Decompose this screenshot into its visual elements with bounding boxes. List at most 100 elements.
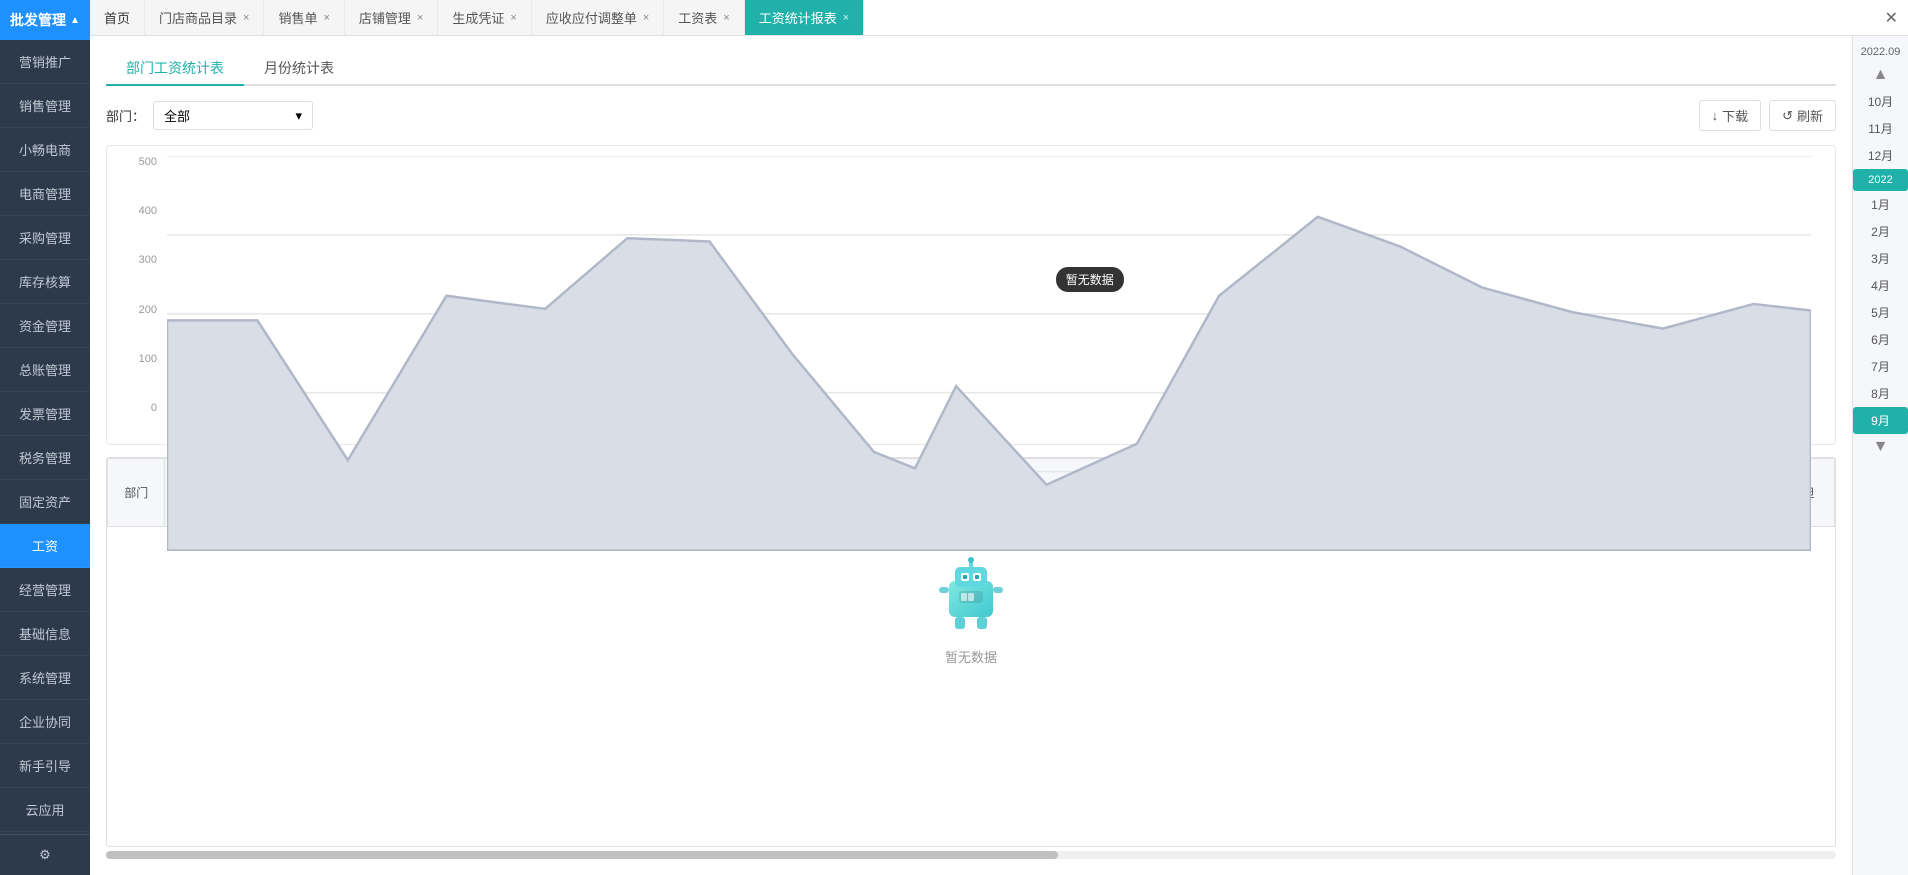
tab-item-0[interactable]: 首页 <box>90 0 145 35</box>
sidebar-item-9[interactable]: 税务管理 <box>0 436 90 480</box>
toolbar-actions: ↓ 下载 ↺ 刷新 <box>1699 100 1836 131</box>
cal-month-9-active[interactable]: 9月 <box>1853 407 1908 434</box>
sidebar-item-13[interactable]: 基础信息 <box>0 612 90 656</box>
y-label-0: 0 <box>151 402 157 414</box>
main-content: 部门工资统计表 月份统计表 部门： 全部 ▾ ↓ 下载 ↺ 刷新 <box>90 36 1852 875</box>
chart-svg: 500 400 300 200 100 0 <box>123 156 1819 434</box>
cal-month-5[interactable]: 5月 <box>1853 299 1908 326</box>
y-label-500: 500 <box>139 156 157 168</box>
tab-item-3[interactable]: 店铺管理 × <box>345 0 438 35</box>
dept-label: 部门： <box>106 106 145 125</box>
sidebar-item-0[interactable]: 营销推广 <box>0 40 90 84</box>
tab-label-4: 生成凭证 <box>452 8 504 27</box>
sidebar-item-10[interactable]: 固定资产 <box>0 480 90 524</box>
cal-month-4[interactable]: 4月 <box>1853 272 1908 299</box>
tab-close-5[interactable]: × <box>643 12 649 24</box>
chart-tooltip: 暂无数据 <box>1056 267 1124 292</box>
sidebar-item-1[interactable]: 销售管理 <box>0 84 90 128</box>
close-all-tabs-icon[interactable]: ✕ <box>1885 8 1898 28</box>
tab-label-2: 销售单 <box>278 8 317 27</box>
cal-year-2022[interactable]: 2022 <box>1853 169 1908 191</box>
sub-tab-month[interactable]: 月份统计表 <box>244 52 354 86</box>
tab-item-5[interactable]: 应收应付调整单 × <box>532 0 664 35</box>
empty-state-text: 暂无数据 <box>945 647 997 666</box>
tab-label-1: 门店商品目录 <box>159 8 237 27</box>
cal-month-2[interactable]: 2月 <box>1853 218 1908 245</box>
sidebar-header[interactable]: 批发管理 ▲ <box>0 0 90 40</box>
cal-month-10[interactable]: 10月 <box>1853 88 1908 115</box>
sidebar-item-6[interactable]: 资金管理 <box>0 304 90 348</box>
dept-select-value: 全部 <box>164 106 190 125</box>
y-label-100: 100 <box>139 353 157 365</box>
cal-year-label: 2022.09 <box>1853 42 1908 62</box>
sidebar-settings[interactable]: ⚙ <box>0 834 90 875</box>
right-sidebar: 2022.09 ▲ 10月 11月 12月 2022 1月 2月 3月 4月 5… <box>1852 36 1908 875</box>
scrollbar-track[interactable] <box>106 851 1836 859</box>
sidebar-item-15[interactable]: 企业协同 <box>0 700 90 744</box>
dept-select[interactable]: 全部 ▾ <box>153 101 313 130</box>
tab-label-3: 店铺管理 <box>359 8 411 27</box>
content-area: 部门工资统计表 月份统计表 部门： 全部 ▾ ↓ 下载 ↺ 刷新 <box>90 36 1908 875</box>
tab-bar-end: ✕ <box>1875 0 1908 35</box>
sidebar-item-8[interactable]: 发票管理 <box>0 392 90 436</box>
refresh-button[interactable]: ↺ 刷新 <box>1769 100 1836 131</box>
cal-month-6[interactable]: 6月 <box>1853 326 1908 353</box>
sidebar-item-14[interactable]: 系统管理 <box>0 656 90 700</box>
cal-month-8[interactable]: 8月 <box>1853 380 1908 407</box>
sidebar-item-5[interactable]: 库存核算 <box>0 260 90 304</box>
main-area: 首页门店商品目录×销售单×店铺管理×生成凭证×应收应付调整单×工资表×工资统计报… <box>90 0 1908 875</box>
refresh-icon: ↺ <box>1782 108 1793 124</box>
sidebar-item-12[interactable]: 经营管理 <box>0 568 90 612</box>
y-label-300: 300 <box>139 254 157 266</box>
chart-svg-element <box>167 156 1811 551</box>
refresh-label: 刷新 <box>1797 106 1823 125</box>
sub-tabs: 部门工资统计表 月份统计表 <box>106 52 1836 86</box>
cal-month-1[interactable]: 1月 <box>1853 191 1908 218</box>
sub-tab-dept[interactable]: 部门工资统计表 <box>106 52 244 86</box>
sidebar-item-7[interactable]: 总账管理 <box>0 348 90 392</box>
tab-label-6: 工资表 <box>678 8 717 27</box>
sidebar-item-11[interactable]: 工资 <box>0 524 90 568</box>
th-dept: 部门 <box>108 459 165 527</box>
download-button[interactable]: ↓ 下载 <box>1699 100 1762 131</box>
sidebar-item-2[interactable]: 小畅电商 <box>0 128 90 172</box>
y-label-400: 400 <box>139 205 157 217</box>
cal-nav-down[interactable]: ▼ <box>1869 434 1893 460</box>
chevron-down-icon: ▾ <box>295 108 302 124</box>
sidebar-title: 批发管理 <box>10 10 66 30</box>
tab-item-1[interactable]: 门店商品目录 × <box>145 0 264 35</box>
tab-close-4[interactable]: × <box>510 12 516 24</box>
cal-month-12[interactable]: 12月 <box>1853 142 1908 169</box>
empty-state-icon <box>931 557 1011 637</box>
scrollbar-thumb <box>106 851 1058 859</box>
sidebar-item-3[interactable]: 电商管理 <box>0 172 90 216</box>
sidebar: 批发管理 ▲ 营销推广销售管理小畅电商电商管理采购管理库存核算资金管理总账管理发… <box>0 0 90 875</box>
tab-close-3[interactable]: × <box>417 12 423 24</box>
tab-label-7: 工资统计报表 <box>759 8 837 27</box>
tab-item-6[interactable]: 工资表 × <box>664 0 744 35</box>
download-label: 下载 <box>1722 106 1748 125</box>
tab-close-6[interactable]: × <box>723 12 729 24</box>
download-icon: ↓ <box>1712 108 1719 123</box>
tab-bar: 首页门店商品目录×销售单×店铺管理×生成凭证×应收应付调整单×工资表×工资统计报… <box>90 0 1908 36</box>
y-label-200: 200 <box>139 304 157 316</box>
sidebar-item-4[interactable]: 采购管理 <box>0 216 90 260</box>
sidebar-item-17[interactable]: 云应用 <box>0 788 90 832</box>
cal-month-11[interactable]: 11月 <box>1853 115 1908 142</box>
tab-close-1[interactable]: × <box>243 12 249 24</box>
cal-month-3[interactable]: 3月 <box>1853 245 1908 272</box>
cal-nav-up[interactable]: ▲ <box>1869 62 1893 88</box>
tab-close-7[interactable]: × <box>843 12 849 24</box>
chart-area <box>167 217 1811 551</box>
tab-item-7[interactable]: 工资统计报表 × <box>745 0 864 35</box>
empty-state: 暂无数据 <box>107 527 1835 696</box>
gear-icon: ⚙ <box>39 847 51 862</box>
tab-item-2[interactable]: 销售单 × <box>264 0 344 35</box>
sidebar-item-16[interactable]: 新手引导 <box>0 744 90 788</box>
tab-label-5: 应收应付调整单 <box>546 8 637 27</box>
cal-month-7[interactable]: 7月 <box>1853 353 1908 380</box>
tab-item-4[interactable]: 生成凭证 × <box>438 0 531 35</box>
chart-container: 500 400 300 200 100 0 <box>106 145 1836 445</box>
tab-label-0: 首页 <box>104 8 130 27</box>
tab-close-2[interactable]: × <box>323 12 329 24</box>
